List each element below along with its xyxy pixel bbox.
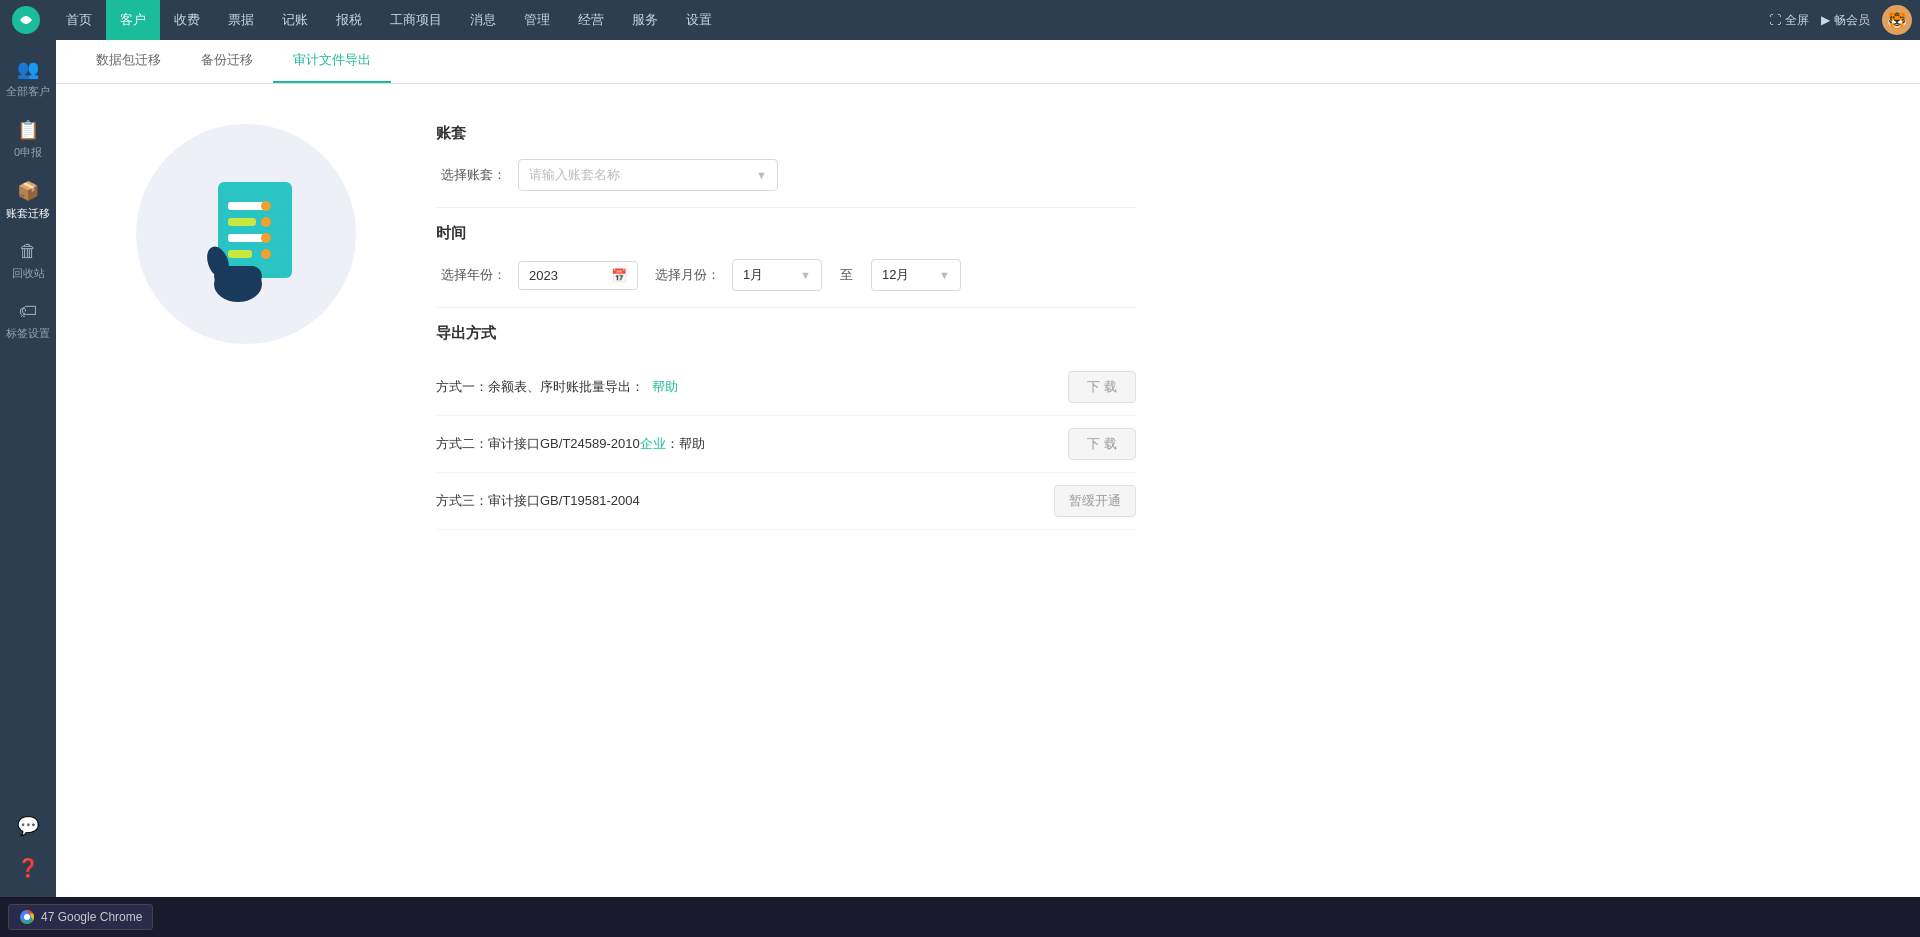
svg-point-14 <box>24 914 30 920</box>
tab-data-package-migrate[interactable]: 数据包迁移 <box>76 40 181 83</box>
nav-fees[interactable]: 收费 <box>160 0 214 40</box>
svg-rect-3 <box>228 218 256 226</box>
account-select-row: 选择账套： 请输入账套名称 ▼ <box>436 159 1136 191</box>
year-input[interactable]: 2023 📅 <box>518 261 638 290</box>
method-1-help-link[interactable]: 帮助 <box>652 379 678 394</box>
chevron-down-month-icon: ▼ <box>800 269 811 281</box>
svg-rect-1 <box>218 182 292 278</box>
account-select-label: 选择账套： <box>436 166 506 184</box>
chevron-down-icon: ▼ <box>756 169 767 181</box>
top-nav-right: ⛶ 全屏 ▶ 畅会员 🐯 <box>1769 5 1912 35</box>
export-section-title: 导出方式 <box>436 324 1136 343</box>
account-section-title: 账套 <box>436 124 1136 143</box>
svg-point-8 <box>261 233 271 243</box>
member-button[interactable]: ▶ 畅会员 <box>1821 12 1870 29</box>
month-start-select[interactable]: 1月 ▼ <box>732 259 822 291</box>
export-method-1-row: 方式一：余额表、序时账批量导出： 帮助 下 载 <box>436 359 1136 416</box>
migrate-icon: 📦 <box>17 180 39 202</box>
month-end-select[interactable]: 12月 ▼ <box>871 259 961 291</box>
sidebar: 👥 全部客户 📋 0申报 📦 账套迁移 🗑 回收站 🏷 标签设置 💬 ❓ <box>0 40 56 897</box>
svg-rect-5 <box>228 250 252 258</box>
nav-management[interactable]: 管理 <box>510 0 564 40</box>
user-avatar[interactable]: 🐯 <box>1882 5 1912 35</box>
method-1-download-button[interactable]: 下 载 <box>1068 371 1136 403</box>
svg-point-7 <box>261 217 271 227</box>
method-2-download-button[interactable]: 下 载 <box>1068 428 1136 460</box>
calendar-icon: 📅 <box>611 268 627 283</box>
tab-audit-export[interactable]: 审计文件导出 <box>273 40 391 83</box>
export-method-2-label: 方式二：审计接口GB/T24589-2010企业：帮助 <box>436 435 709 453</box>
svg-rect-4 <box>228 234 264 242</box>
chat-icon: 💬 <box>17 815 39 837</box>
account-select[interactable]: 请输入账套名称 ▼ <box>518 159 778 191</box>
nav-items: 首页 客户 收费 票据 记账 报税 工商项目 消息 管理 经营 服务 设置 <box>52 0 1769 40</box>
taskbar-chrome-label: 47 Google Chrome <box>41 910 142 924</box>
export-method-2-row: 方式二：审计接口GB/T24589-2010企业：帮助 下 载 <box>436 416 1136 473</box>
form-area: 账套 选择账套： 请输入账套名称 ▼ 时间 选择年份： 2023 📅 <box>436 124 1136 530</box>
month-end-value: 12月 <box>882 266 909 284</box>
export-method-3-row: 方式三：审计接口GB/T19581-2004 暂缓开通 <box>436 473 1136 530</box>
nav-operations[interactable]: 经营 <box>564 0 618 40</box>
member-icon: ▶ <box>1821 13 1830 27</box>
nav-messages[interactable]: 消息 <box>456 0 510 40</box>
declare-icon: 📋 <box>17 119 39 141</box>
tab-bar: 数据包迁移 备份迁移 审计文件导出 <box>56 40 1920 84</box>
sidebar-chat[interactable]: 💬 <box>0 805 56 847</box>
nav-clients[interactable]: 客户 <box>106 0 160 40</box>
fullscreen-button[interactable]: ⛶ 全屏 <box>1769 12 1809 29</box>
main-content: 账套 选择账套： 请输入账套名称 ▼ 时间 选择年份： 2023 📅 <box>56 84 1920 897</box>
chrome-icon <box>19 909 35 925</box>
recycle-icon: 🗑 <box>19 241 37 262</box>
taskbar-chrome[interactable]: 47 Google Chrome <box>8 904 153 930</box>
nav-services[interactable]: 服务 <box>618 0 672 40</box>
section-divider-1 <box>436 207 1136 208</box>
tab-backup-migrate[interactable]: 备份迁移 <box>181 40 273 83</box>
month-start-value: 1月 <box>743 266 763 284</box>
method-2-company-link[interactable]: 企业 <box>640 436 666 451</box>
export-method-1-label: 方式一：余额表、序时账批量导出： 帮助 <box>436 378 678 396</box>
account-select-placeholder: 请输入账套名称 <box>529 166 620 184</box>
help-icon: ❓ <box>17 857 39 879</box>
tag-icon: 🏷 <box>19 301 37 322</box>
fullscreen-icon: ⛶ <box>1769 13 1781 27</box>
audit-illustration <box>166 154 326 314</box>
svg-point-6 <box>261 201 271 211</box>
app-logo <box>8 2 44 38</box>
sidebar-bottom: 💬 ❓ <box>0 805 56 889</box>
clients-icon: 👥 <box>17 58 39 80</box>
sidebar-item-account-migrate[interactable]: 📦 账套迁移 <box>0 170 56 231</box>
year-label: 选择年份： <box>436 266 506 284</box>
svg-point-9 <box>261 249 271 259</box>
time-section-title: 时间 <box>436 224 1136 243</box>
export-method-3-label: 方式三：审计接口GB/T19581-2004 <box>436 492 640 510</box>
sidebar-help[interactable]: ❓ <box>0 847 56 889</box>
method-3-open-button[interactable]: 暂缓开通 <box>1054 485 1136 517</box>
nav-accounting[interactable]: 记账 <box>268 0 322 40</box>
month-label: 选择月份： <box>650 266 720 284</box>
to-text: 至 <box>840 266 853 284</box>
illustration-wrapper <box>116 124 376 344</box>
illustration-circle <box>136 124 356 344</box>
nav-business[interactable]: 工商项目 <box>376 0 456 40</box>
nav-invoices[interactable]: 票据 <box>214 0 268 40</box>
sidebar-item-all-clients[interactable]: 👥 全部客户 <box>0 48 56 109</box>
nav-home[interactable]: 首页 <box>52 0 106 40</box>
taskbar: 47 Google Chrome <box>0 897 1920 937</box>
top-navigation: 首页 客户 收费 票据 记账 报税 工商项目 消息 管理 经营 服务 设置 ⛶ … <box>0 0 1920 40</box>
time-row: 选择年份： 2023 📅 选择月份： 1月 ▼ 至 12月 ▼ <box>436 259 1136 291</box>
section-divider-2 <box>436 307 1136 308</box>
sidebar-item-zero-declare[interactable]: 📋 0申报 <box>0 109 56 170</box>
nav-settings[interactable]: 设置 <box>672 0 726 40</box>
sidebar-item-recycle[interactable]: 🗑 回收站 <box>0 231 56 291</box>
content-area: 数据包迁移 备份迁移 审计文件导出 <box>56 40 1920 897</box>
year-value: 2023 <box>529 268 558 283</box>
main-layout: 👥 全部客户 📋 0申报 📦 账套迁移 🗑 回收站 🏷 标签设置 💬 ❓ <box>0 40 1920 897</box>
chevron-down-month-end-icon: ▼ <box>939 269 950 281</box>
nav-tax[interactable]: 报税 <box>322 0 376 40</box>
sidebar-item-tag-settings[interactable]: 🏷 标签设置 <box>0 291 56 351</box>
